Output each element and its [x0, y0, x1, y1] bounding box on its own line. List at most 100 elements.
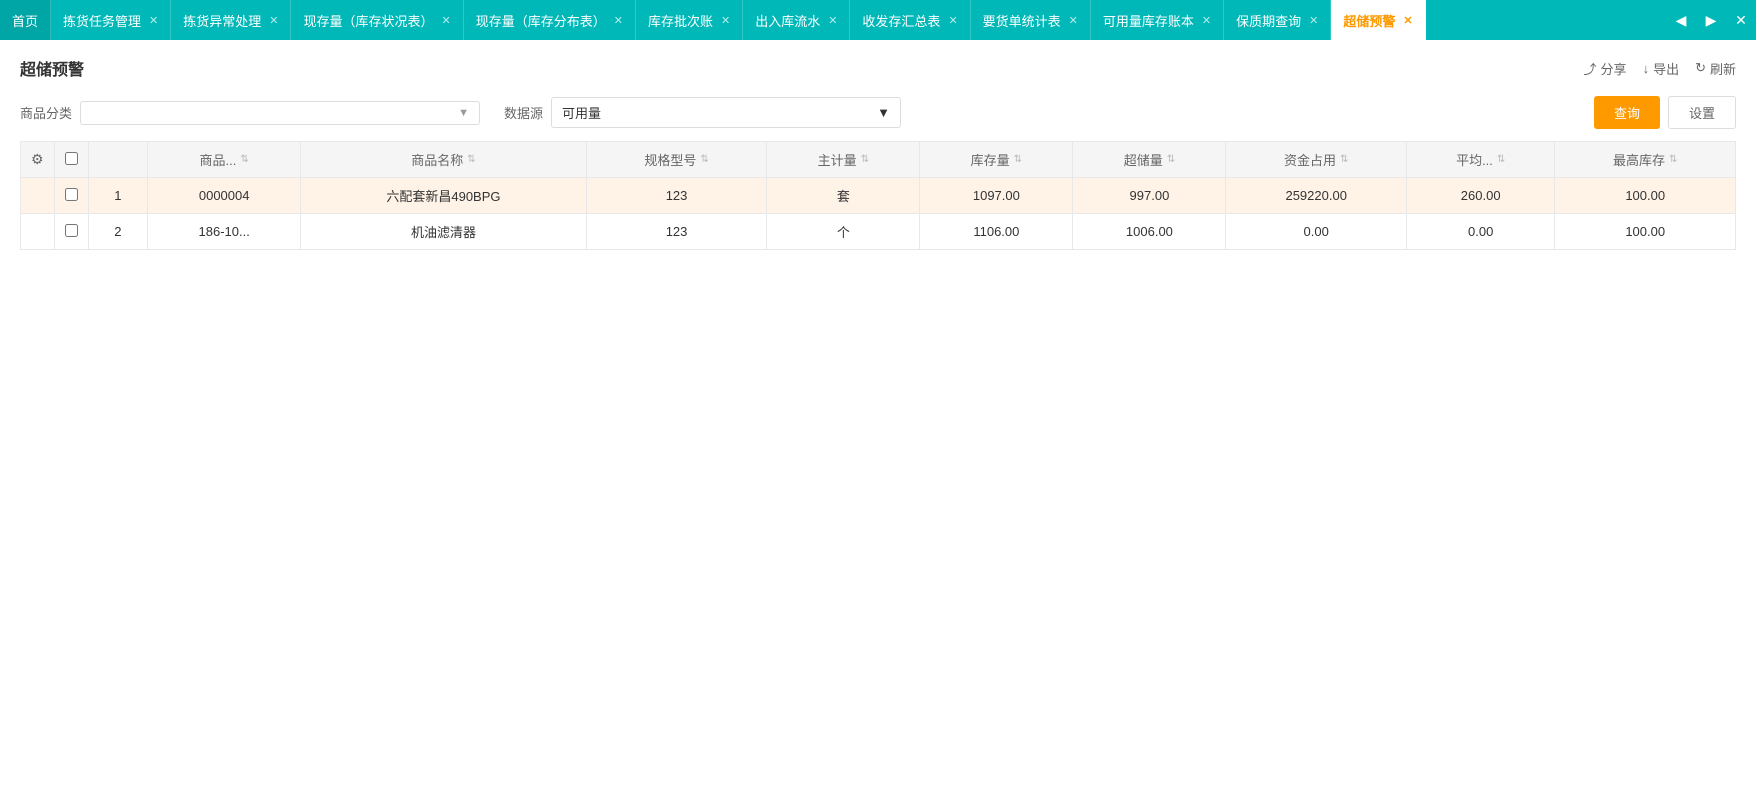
- export-button[interactable]: ↓ 导出: [1643, 59, 1680, 78]
- nav-item-5[interactable]: 库存批次账 ✕: [636, 0, 743, 40]
- header-actions: ⤴ 分享 ↓ 导出 ↻ 刷新: [1584, 59, 1736, 78]
- nav-close-2[interactable]: ✕: [269, 14, 278, 27]
- nav-label-9: 可用量库存账本: [1103, 11, 1194, 30]
- th-spec-label: 规格型号: [644, 150, 696, 169]
- th-capital-label: 资金占用: [1284, 150, 1336, 169]
- nav-close-3[interactable]: ✕: [442, 14, 451, 27]
- th-max-stock: 最高库存 ⇅: [1555, 142, 1736, 178]
- cell-stock-0: 1097.00: [920, 178, 1073, 214]
- refresh-button[interactable]: ↻ 刷新: [1695, 59, 1736, 78]
- cell-checkbox-1: [54, 214, 88, 250]
- cell-spec-1: 123: [586, 214, 767, 250]
- row-checkbox-0[interactable]: [65, 188, 78, 201]
- cell-max-stock-0: 100.00: [1555, 178, 1736, 214]
- nav-label-5: 库存批次账: [648, 11, 713, 30]
- filter-row: 商品分类 ▼ 数据源 可用量 ▼ 查询 设置: [20, 96, 1736, 129]
- sort-product-code-icon[interactable]: ⇅: [240, 154, 248, 165]
- cell-unit-0: 套: [767, 178, 920, 214]
- nav-item-10[interactable]: 保质期查询 ✕: [1224, 0, 1331, 40]
- th-overflow-label: 超储量: [1124, 150, 1163, 169]
- th-avg-label: 平均...: [1456, 150, 1493, 169]
- cell-rownum-0: 1: [88, 178, 148, 214]
- nav-close-active[interactable]: ✕: [1403, 14, 1412, 27]
- nav-item-4[interactable]: 现存量（库存分布表） ✕: [464, 0, 636, 40]
- page-header: 超储预警 ⤴ 分享 ↓ 导出 ↻ 刷新: [20, 56, 1736, 80]
- nav-label-6: 出入库流水: [755, 11, 820, 30]
- chevron-down-icon: ▼: [458, 107, 469, 119]
- th-unit-label: 主计量: [818, 150, 857, 169]
- page-title: 超储预警: [20, 56, 84, 80]
- nav-label-home: 首页: [12, 11, 38, 30]
- sort-overflow-icon[interactable]: ⇅: [1167, 154, 1175, 165]
- th-max-stock-label: 最高库存: [1613, 150, 1665, 169]
- select-all-checkbox[interactable]: [65, 152, 78, 165]
- sort-unit-icon[interactable]: ⇅: [861, 154, 869, 165]
- nav-item-active[interactable]: 超储预警 ✕: [1331, 0, 1425, 40]
- nav-close-8[interactable]: ✕: [1069, 14, 1078, 27]
- cell-settings-1: [21, 214, 55, 250]
- th-avg: 平均... ⇅: [1406, 142, 1554, 178]
- nav-label-active: 超储预警: [1343, 11, 1395, 30]
- nav-item-7[interactable]: 收发存汇总表 ✕: [850, 0, 970, 40]
- cell-checkbox-0: [54, 178, 88, 214]
- cell-settings-0: [21, 178, 55, 214]
- category-label: 商品分类: [20, 103, 72, 122]
- share-icon: ⤴: [1584, 59, 1597, 78]
- cell-spec-0: 123: [586, 178, 767, 214]
- nav-close-6[interactable]: ✕: [828, 14, 837, 27]
- refresh-icon: ↻: [1695, 60, 1706, 76]
- nav-item-3[interactable]: 现存量（库存状况表） ✕: [291, 0, 463, 40]
- datasource-select-value: 可用量: [562, 103, 601, 122]
- sort-capital-icon[interactable]: ⇅: [1340, 154, 1348, 165]
- th-product-code: 商品... ⇅: [148, 142, 301, 178]
- export-label: 导出: [1653, 59, 1679, 78]
- nav-label-8: 要货单统计表: [983, 11, 1061, 30]
- nav-prev-button[interactable]: ◀: [1666, 0, 1696, 40]
- th-rownum: [88, 142, 148, 178]
- data-table: ⚙ 商品... ⇅ 商品名称 ⇅: [20, 141, 1736, 250]
- sort-max-stock-icon[interactable]: ⇅: [1669, 154, 1677, 165]
- nav-item-home[interactable]: 首页: [0, 0, 51, 40]
- nav-label-4: 现存量（库存分布表）: [476, 11, 606, 30]
- nav-close-button[interactable]: ✕: [1726, 0, 1756, 40]
- sort-avg-icon[interactable]: ⇅: [1497, 154, 1505, 165]
- nav-close-9[interactable]: ✕: [1202, 14, 1211, 27]
- nav-arrows: ◀ ▶ ✕: [1666, 0, 1756, 40]
- cell-max-stock-1: 100.00: [1555, 214, 1736, 250]
- sort-stock-icon[interactable]: ⇅: [1014, 154, 1022, 165]
- nav-close-10[interactable]: ✕: [1309, 14, 1318, 27]
- cell-overflow-1: 1006.00: [1073, 214, 1226, 250]
- nav-close-7[interactable]: ✕: [948, 14, 957, 27]
- cell-stock-1: 1106.00: [920, 214, 1073, 250]
- share-label: 分享: [1601, 59, 1627, 78]
- category-filter: 商品分类 ▼: [20, 101, 480, 125]
- nav-item-9[interactable]: 可用量库存账本 ✕: [1091, 0, 1224, 40]
- settings-gear-icon[interactable]: ⚙: [31, 151, 44, 167]
- nav-close-1[interactable]: ✕: [149, 14, 158, 27]
- cell-product-code-0: 0000004: [148, 178, 301, 214]
- nav-close-5[interactable]: ✕: [721, 14, 730, 27]
- table-row: 2 186-10... 机油滤清器 123 个 1106.00 1006.00 …: [21, 214, 1736, 250]
- category-select[interactable]: ▼: [80, 101, 480, 125]
- row-checkbox-1[interactable]: [65, 224, 78, 237]
- nav-item-6[interactable]: 出入库流水 ✕: [743, 0, 850, 40]
- cell-capital-0: 259220.00: [1226, 178, 1407, 214]
- th-settings: ⚙: [21, 142, 55, 178]
- datasource-label: 数据源: [504, 103, 543, 122]
- sort-product-name-icon[interactable]: ⇅: [467, 154, 475, 165]
- nav-item-2[interactable]: 拣货异常处理 ✕: [171, 0, 291, 40]
- th-product-name-label: 商品名称: [411, 150, 463, 169]
- nav-item-8[interactable]: 要货单统计表 ✕: [971, 0, 1091, 40]
- nav-label-1: 拣货任务管理: [63, 11, 141, 30]
- nav-item-1[interactable]: 拣货任务管理 ✕: [51, 0, 171, 40]
- datasource-select[interactable]: 可用量 ▼: [551, 97, 901, 128]
- settings-button[interactable]: 设置: [1668, 96, 1736, 129]
- share-button[interactable]: ⤴ 分享: [1584, 59, 1627, 78]
- export-icon: ↓: [1643, 61, 1650, 76]
- sort-spec-icon[interactable]: ⇅: [700, 154, 708, 165]
- nav-next-button[interactable]: ▶: [1696, 0, 1726, 40]
- query-button[interactable]: 查询: [1594, 96, 1660, 129]
- nav-close-4[interactable]: ✕: [614, 14, 623, 27]
- cell-product-name-1: 机油滤清器: [301, 214, 587, 250]
- th-stock-label: 库存量: [971, 150, 1010, 169]
